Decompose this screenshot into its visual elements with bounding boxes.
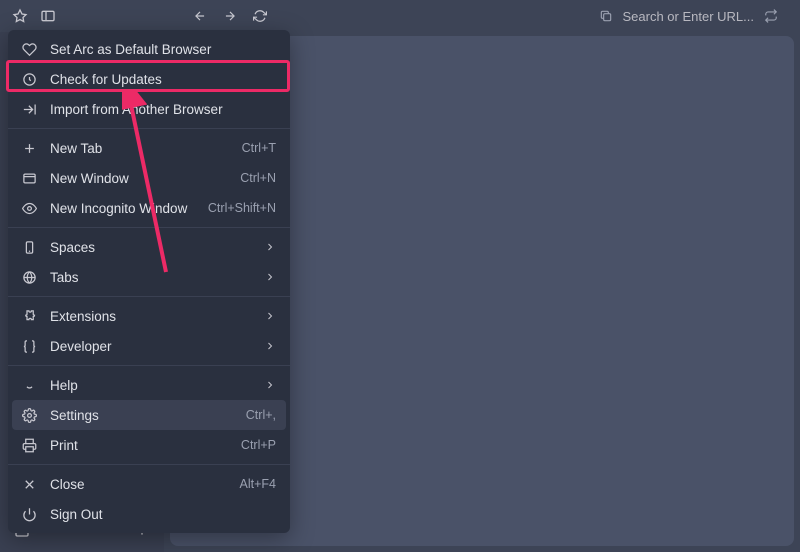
copy-url-icon[interactable] bbox=[597, 7, 615, 25]
menu-shortcut: Ctrl+P bbox=[241, 438, 276, 452]
menu-item-extensions[interactable]: Extensions bbox=[8, 301, 290, 331]
update-icon bbox=[20, 70, 38, 88]
plus-icon bbox=[20, 139, 38, 157]
back-button[interactable] bbox=[188, 4, 212, 28]
menu-item-sign-out[interactable]: Sign Out bbox=[8, 499, 290, 529]
menu-item-label: Sign Out bbox=[50, 507, 276, 522]
url-bar[interactable]: Search or Enter URL... bbox=[597, 7, 793, 25]
nav-controls bbox=[188, 4, 272, 28]
menu-shortcut: Alt+F4 bbox=[240, 477, 276, 491]
main-menu: Set Arc as Default Browser Check for Upd… bbox=[8, 30, 290, 533]
printer-icon bbox=[20, 436, 38, 454]
menu-item-developer[interactable]: Developer bbox=[8, 331, 290, 361]
app-menu-icon[interactable] bbox=[8, 4, 32, 28]
menu-item-label: Tabs bbox=[50, 270, 264, 285]
menu-item-label: New Tab bbox=[50, 141, 242, 156]
menu-item-label: Spaces bbox=[50, 240, 264, 255]
gear-icon bbox=[20, 406, 38, 424]
menu-item-new-tab[interactable]: New Tab Ctrl+T bbox=[8, 133, 290, 163]
menu-item-import[interactable]: Import from Another Browser bbox=[8, 94, 290, 124]
toolbar: Search or Enter URL... bbox=[0, 0, 800, 32]
menu-shortcut: Ctrl+Shift+N bbox=[208, 201, 276, 215]
swap-icon[interactable] bbox=[762, 7, 780, 25]
menu-item-label: Import from Another Browser bbox=[50, 102, 276, 117]
chevron-right-icon bbox=[264, 379, 276, 391]
braces-icon bbox=[20, 337, 38, 355]
chevron-right-icon bbox=[264, 310, 276, 322]
menu-item-print[interactable]: Print Ctrl+P bbox=[8, 430, 290, 460]
menu-item-set-default[interactable]: Set Arc as Default Browser bbox=[8, 34, 290, 64]
heart-icon bbox=[20, 40, 38, 58]
menu-item-new-window[interactable]: New Window Ctrl+N bbox=[8, 163, 290, 193]
eye-icon bbox=[20, 199, 38, 217]
close-icon bbox=[20, 475, 38, 493]
refresh-button[interactable] bbox=[248, 4, 272, 28]
menu-item-close[interactable]: Close Alt+F4 bbox=[8, 469, 290, 499]
menu-item-label: Check for Updates bbox=[50, 72, 276, 87]
chevron-right-icon bbox=[264, 241, 276, 253]
chevron-right-icon bbox=[264, 271, 276, 283]
menu-item-label: Set Arc as Default Browser bbox=[50, 42, 276, 57]
menu-item-label: Settings bbox=[50, 408, 246, 423]
menu-item-label: New Incognito Window bbox=[50, 201, 208, 216]
menu-item-settings[interactable]: Settings Ctrl+, bbox=[12, 400, 286, 430]
menu-separator bbox=[8, 128, 290, 129]
menu-shortcut: Ctrl+N bbox=[240, 171, 276, 185]
device-icon bbox=[20, 238, 38, 256]
power-icon bbox=[20, 505, 38, 523]
menu-item-label: Close bbox=[50, 477, 240, 492]
forward-button[interactable] bbox=[218, 4, 242, 28]
menu-shortcut: Ctrl+, bbox=[246, 408, 276, 422]
url-placeholder: Search or Enter URL... bbox=[623, 9, 755, 24]
smile-icon bbox=[20, 376, 38, 394]
menu-item-tabs[interactable]: Tabs bbox=[8, 262, 290, 292]
menu-item-spaces[interactable]: Spaces bbox=[8, 232, 290, 262]
sidebar-toggle-icon[interactable] bbox=[36, 4, 60, 28]
import-icon bbox=[20, 100, 38, 118]
menu-item-label: Extensions bbox=[50, 309, 264, 324]
menu-item-label: Print bbox=[50, 438, 241, 453]
menu-item-incognito[interactable]: New Incognito Window Ctrl+Shift+N bbox=[8, 193, 290, 223]
menu-item-label: New Window bbox=[50, 171, 240, 186]
menu-item-label: Help bbox=[50, 378, 264, 393]
menu-item-label: Developer bbox=[50, 339, 264, 354]
chevron-right-icon bbox=[264, 340, 276, 352]
menu-separator bbox=[8, 365, 290, 366]
puzzle-icon bbox=[20, 307, 38, 325]
menu-separator bbox=[8, 296, 290, 297]
menu-separator bbox=[8, 464, 290, 465]
window-icon bbox=[20, 169, 38, 187]
menu-shortcut: Ctrl+T bbox=[242, 141, 276, 155]
globe-icon bbox=[20, 268, 38, 286]
menu-separator bbox=[8, 227, 290, 228]
menu-item-check-updates[interactable]: Check for Updates bbox=[8, 64, 290, 94]
menu-item-help[interactable]: Help bbox=[8, 370, 290, 400]
